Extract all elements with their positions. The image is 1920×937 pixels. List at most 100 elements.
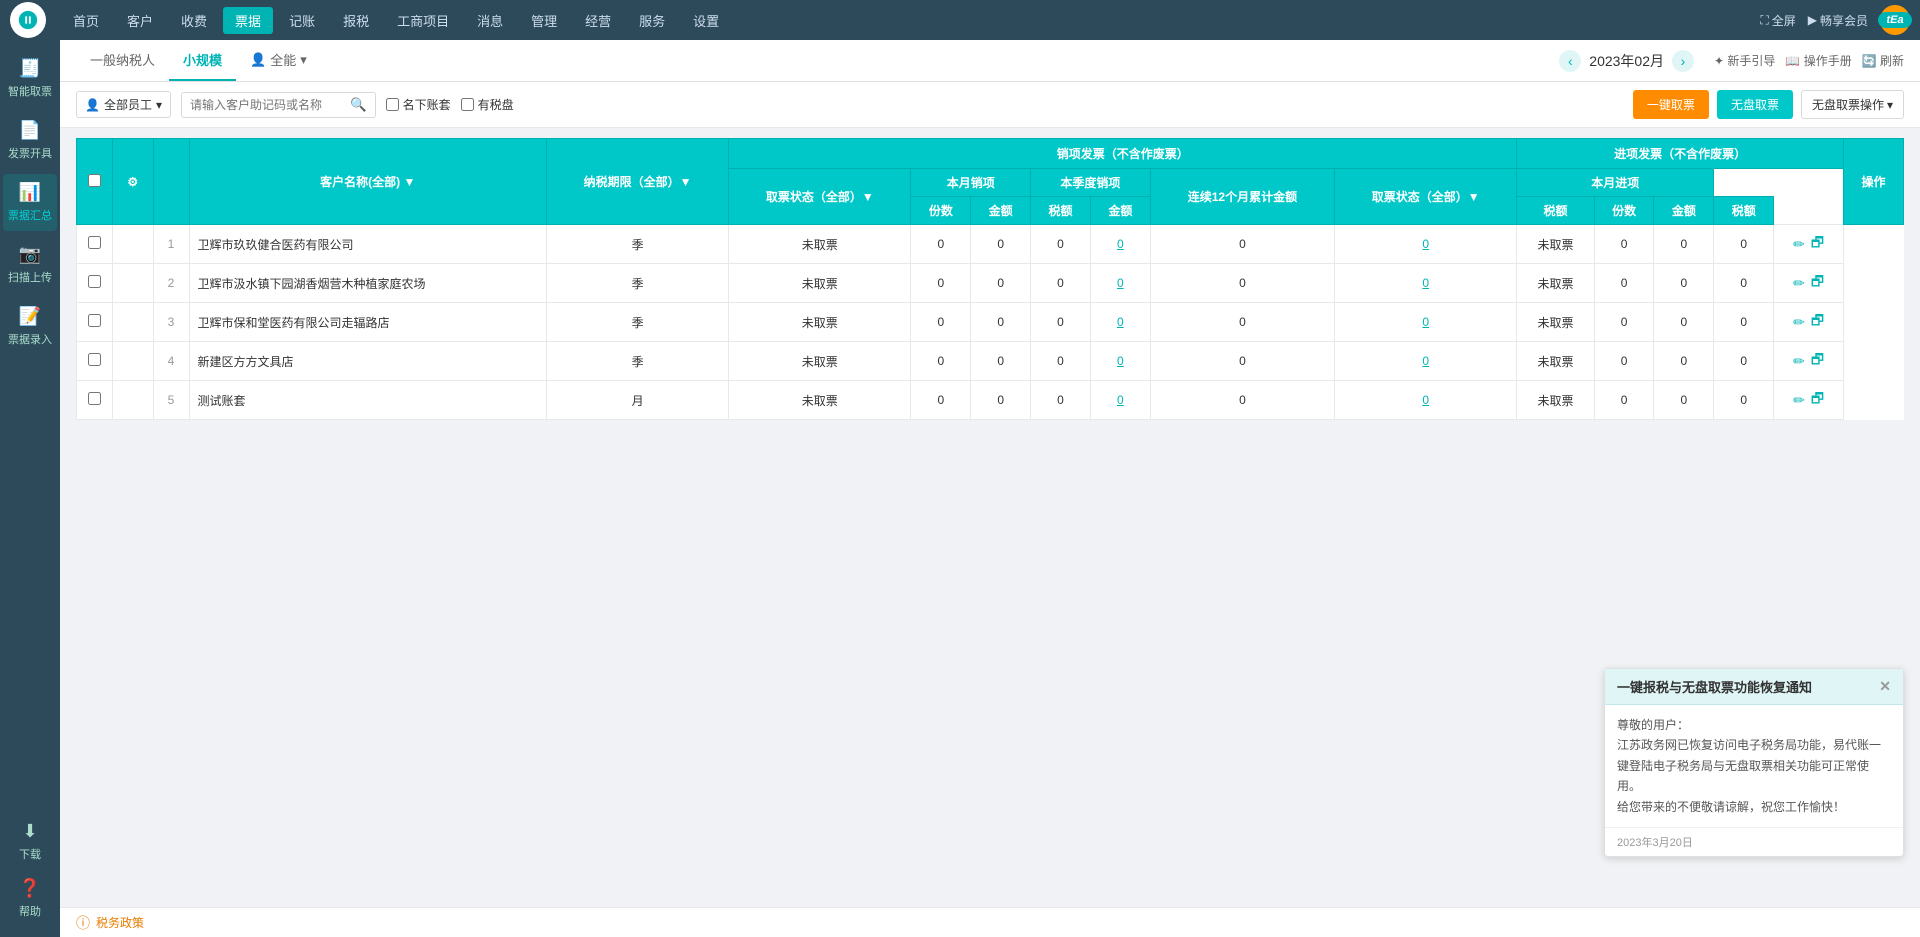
search-button[interactable]: 🔍 (342, 93, 375, 117)
sale-quarter-amount-link[interactable]: 0 (1117, 393, 1124, 407)
tab-all[interactable]: 👤 全能 ▾ (236, 40, 321, 81)
more-button[interactable]: 无盘取票操作 ▾ (1801, 90, 1904, 119)
row-checkbox[interactable] (88, 275, 101, 288)
nav-customer[interactable]: 客户 (115, 7, 165, 34)
search-box: 🔍 (181, 92, 376, 118)
fullscreen-button[interactable]: ⛶ 全屏 (1760, 12, 1795, 29)
sale-12month-link[interactable]: 0 (1422, 276, 1429, 290)
row-sale-month-tax: 0 (1031, 342, 1091, 381)
sidebar-item-download[interactable]: ⬇ 下载 (3, 813, 57, 870)
sidebar-item-invoice-summary[interactable]: 📊 票据汇总 (3, 174, 57, 231)
tax-disk-checkbox[interactable] (461, 98, 474, 111)
manual-link[interactable]: 📖 操作手册 (1785, 52, 1851, 69)
row-sale-quarter-tax: 0 (1150, 342, 1334, 381)
sidebar-item-invoice-issue[interactable]: 📄 发票开具 (3, 112, 57, 169)
detail-icon[interactable]: 🗗 (1811, 310, 1824, 334)
nav-billing[interactable]: 收费 (169, 7, 219, 34)
nav-manage[interactable]: 管理 (519, 7, 569, 34)
col-purchase-month-tax: 税额 (1714, 197, 1774, 225)
one-click-button[interactable]: 一键取票 (1633, 90, 1709, 119)
nav-home[interactable]: 首页 (61, 7, 111, 34)
detail-icon[interactable]: 🗗 (1811, 349, 1824, 373)
row-sale-month-amount: 0 (971, 225, 1031, 264)
nav-invoice[interactable]: 票据 (223, 7, 273, 34)
row-sale-quarter-tax: 0 (1150, 264, 1334, 303)
row-sale-month-count: 0 (911, 342, 971, 381)
nav-business[interactable]: 工商项目 (385, 7, 461, 34)
notification-title: 一键报税与无盘取票功能恢复通知 (1617, 677, 1812, 696)
prev-month-button[interactable]: ‹ (1559, 50, 1581, 72)
nav-settings[interactable]: 设置 (681, 7, 731, 34)
diskless-button[interactable]: 无盘取票 (1717, 90, 1793, 119)
new-guide-link[interactable]: ✦ 新手引导 (1714, 52, 1775, 69)
notification-header: 一键报税与无盘取票功能恢复通知 ✕ (1605, 669, 1903, 705)
row-sale-month-amount: 0 (971, 342, 1031, 381)
sale-quarter-amount-link[interactable]: 0 (1117, 315, 1124, 329)
row-actions: ✏ 🗗 (1774, 225, 1844, 264)
row-sale-month-tax: 0 (1031, 381, 1091, 420)
row-checkbox[interactable] (88, 236, 101, 249)
sale-quarter-amount-link[interactable]: 0 (1117, 354, 1124, 368)
scan-upload-icon: 📷 (19, 244, 41, 265)
sidebar-item-scan-upload[interactable]: 📷 扫描上传 (3, 236, 57, 293)
sidebar-item-help[interactable]: ❓ 帮助 (3, 870, 57, 927)
sale-12month-link[interactable]: 0 (1422, 237, 1429, 251)
sale-12month-link[interactable]: 0 (1422, 315, 1429, 329)
sale-12month-link[interactable]: 0 (1422, 393, 1429, 407)
row-sale-12month: 0 (1335, 381, 1517, 420)
row-checkbox[interactable] (88, 314, 101, 327)
col-purchase-month: 本月进项 (1517, 169, 1714, 197)
sidebar-item-smart-ticket[interactable]: 🧾 智能取票 (3, 50, 57, 107)
tab-small-scale[interactable]: 小规模 (169, 40, 236, 81)
sidebar-item-label: 扫描上传 (8, 269, 52, 285)
row-purchase-month-amount: 0 (1654, 303, 1714, 342)
nav-tax[interactable]: 报税 (331, 7, 381, 34)
sale-12month-link[interactable]: 0 (1422, 354, 1429, 368)
edit-icon[interactable]: ✏ (1793, 275, 1805, 292)
row-checkbox[interactable] (88, 353, 101, 366)
settings-icon[interactable]: ⚙ (127, 175, 138, 189)
avatar[interactable]: tEa (1880, 5, 1910, 35)
row-checkbox[interactable] (88, 392, 101, 405)
row-sale-quarter-amount: 0 (1090, 381, 1150, 420)
sale-quarter-amount-link[interactable]: 0 (1117, 276, 1124, 290)
detail-icon[interactable]: 🗗 (1811, 232, 1824, 256)
member-button[interactable]: ▶ 畅享会员 (1808, 12, 1868, 29)
row-check-cell (77, 303, 113, 342)
employee-select-icon: 👤 (85, 98, 100, 112)
tab-label: 一般纳税人 (90, 50, 155, 69)
edit-icon[interactable]: ✏ (1793, 314, 1805, 331)
nav-bookkeeping[interactable]: 记账 (277, 7, 327, 34)
sub-account-checkbox-item[interactable]: 名下账套 (386, 96, 451, 113)
row-sale-month-count: 0 (911, 381, 971, 420)
edit-icon[interactable]: ✏ (1793, 392, 1805, 409)
sub-account-checkbox[interactable] (386, 98, 399, 111)
search-input[interactable] (182, 94, 342, 116)
nav-service[interactable]: 服务 (627, 7, 677, 34)
tax-disk-checkbox-item[interactable]: 有税盘 (461, 96, 514, 113)
row-tax-period: 季 (546, 303, 728, 342)
detail-icon[interactable]: 🗗 (1811, 388, 1824, 412)
edit-icon[interactable]: ✏ (1793, 353, 1805, 370)
employee-select[interactable]: 👤 全部员工 ▾ (76, 91, 171, 118)
app-logo[interactable] (10, 2, 46, 38)
edit-icon[interactable]: ✏ (1793, 236, 1805, 253)
nav-operation[interactable]: 经营 (573, 7, 623, 34)
row-sale-12month: 0 (1335, 225, 1517, 264)
row-check-cell (77, 342, 113, 381)
col-sale-quarter-tax: 金额 (1090, 197, 1150, 225)
sale-quarter-amount-link[interactable]: 0 (1117, 237, 1124, 251)
refresh-link[interactable]: 🔄 刷新 (1862, 52, 1904, 69)
sidebar-item-invoice-entry[interactable]: 📝 票据录入 (3, 298, 57, 355)
row-sale-quarter-tax: 0 (1150, 381, 1334, 420)
select-all-checkbox[interactable] (88, 174, 101, 187)
refresh-label: 刷新 (1880, 54, 1904, 68)
tab-general-taxpayer[interactable]: 一般纳税人 (76, 40, 169, 81)
notification-body: 尊敬的用户： 江苏政务网已恢复访问电子税务局功能，易代账一键登陆电子税务局与无盘… (1605, 705, 1903, 827)
next-month-button[interactable]: › (1672, 50, 1694, 72)
detail-icon[interactable]: 🗗 (1811, 271, 1824, 295)
nav-message[interactable]: 消息 (465, 7, 515, 34)
bottom-bar-text[interactable]: 税务政策 (96, 914, 144, 931)
nav-items: 首页 客户 收费 票据 记账 报税 工商项目 消息 管理 经营 服务 设置 (61, 7, 1760, 34)
notification-close-button[interactable]: ✕ (1879, 678, 1891, 695)
